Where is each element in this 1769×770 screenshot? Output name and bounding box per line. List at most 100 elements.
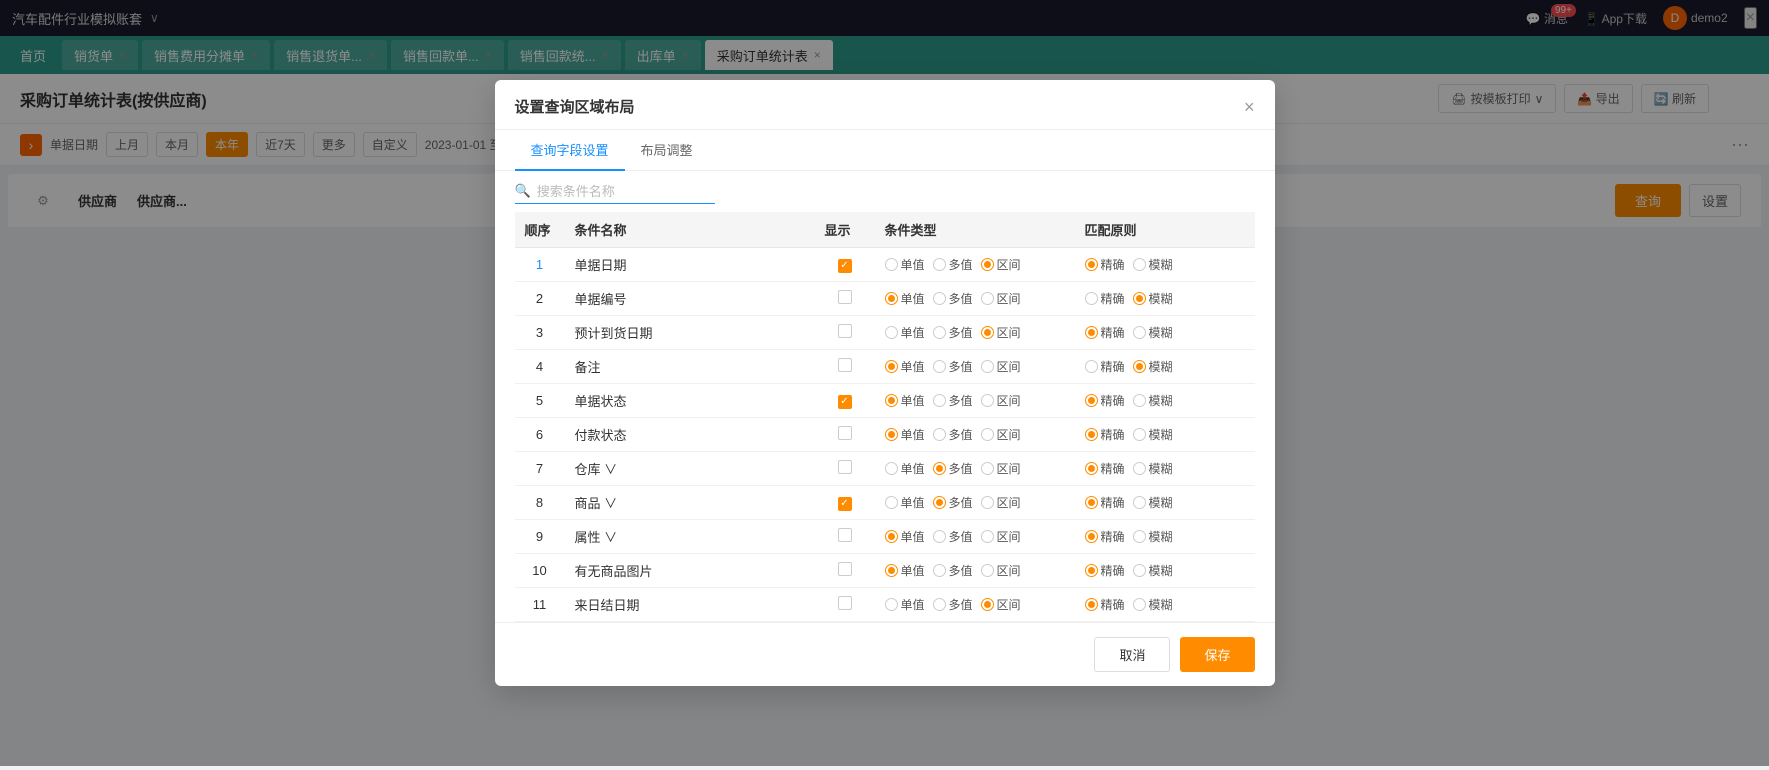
table-row: 1单据日期单值多值区间精确模糊	[515, 248, 1255, 282]
radio-item-match[interactable]: 精确	[1085, 426, 1125, 443]
modal-search-input[interactable]	[537, 184, 697, 199]
radio-item-type[interactable]: 单值	[885, 596, 925, 613]
radio-item-type[interactable]: 区间	[981, 460, 1021, 477]
radio-item-match[interactable]: 精确	[1085, 256, 1125, 273]
row-match-radio: 精确模糊	[1075, 350, 1255, 384]
radio-item-type[interactable]: 多值	[933, 358, 973, 375]
row-show-checkbox[interactable]	[815, 520, 875, 554]
radio-item-type[interactable]: 多值	[933, 460, 973, 477]
radio-circle-icon	[933, 530, 946, 543]
radio-item-match[interactable]: 精确	[1085, 324, 1125, 341]
radio-item-type[interactable]: 区间	[981, 596, 1021, 613]
row-show-checkbox[interactable]	[815, 588, 875, 622]
radio-item-type[interactable]: 单值	[885, 562, 925, 579]
radio-item-type[interactable]: 单值	[885, 290, 925, 307]
radio-item-match[interactable]: 模糊	[1133, 392, 1173, 409]
radio-item-type[interactable]: 单值	[885, 460, 925, 477]
checkbox[interactable]	[838, 528, 852, 542]
row-show-checkbox[interactable]	[815, 384, 875, 418]
radio-item-type[interactable]: 区间	[981, 528, 1021, 545]
radio-circle-icon	[981, 462, 994, 475]
radio-item-match[interactable]: 精确	[1085, 528, 1125, 545]
radio-item-type[interactable]: 多值	[933, 596, 973, 613]
radio-label: 精确	[1101, 528, 1125, 545]
col-header-show: 显示	[815, 212, 875, 248]
checkbox[interactable]	[838, 395, 852, 409]
radio-item-match[interactable]: 精确	[1085, 596, 1125, 613]
radio-item-match[interactable]: 模糊	[1133, 528, 1173, 545]
radio-item-type[interactable]: 区间	[981, 358, 1021, 375]
radio-circle-icon	[1133, 326, 1146, 339]
modal-close-button[interactable]: ×	[1244, 98, 1255, 116]
save-button[interactable]: 保存	[1180, 637, 1254, 672]
radio-item-match[interactable]: 模糊	[1133, 562, 1173, 579]
cancel-button[interactable]: 取消	[1094, 637, 1170, 672]
row-show-checkbox[interactable]	[815, 452, 875, 486]
radio-item-type[interactable]: 多值	[933, 528, 973, 545]
radio-item-type[interactable]: 区间	[981, 562, 1021, 579]
row-show-checkbox[interactable]	[815, 316, 875, 350]
tab-layout-adjust[interactable]: 布局调整	[625, 130, 709, 171]
row-condition-name: 商品 ∨	[565, 486, 815, 520]
radio-item-match[interactable]: 模糊	[1133, 256, 1173, 273]
row-show-checkbox[interactable]	[815, 248, 875, 282]
radio-item-type[interactable]: 多值	[933, 392, 973, 409]
radio-item-type[interactable]: 多值	[933, 426, 973, 443]
radio-item-type[interactable]: 多值	[933, 494, 973, 511]
radio-label: 多值	[949, 596, 973, 613]
radio-item-type[interactable]: 多值	[933, 562, 973, 579]
row-condition-name: 单据状态	[565, 384, 815, 418]
checkbox[interactable]	[838, 324, 852, 338]
checkbox[interactable]	[838, 497, 852, 511]
radio-item-type[interactable]: 多值	[933, 324, 973, 341]
radio-item-match[interactable]: 精确	[1085, 460, 1125, 477]
radio-item-match[interactable]: 模糊	[1133, 596, 1173, 613]
radio-item-type[interactable]: 区间	[981, 494, 1021, 511]
radio-item-type[interactable]: 多值	[933, 290, 973, 307]
tab-query-fields[interactable]: 查询字段设置	[515, 130, 625, 171]
checkbox[interactable]	[838, 596, 852, 610]
checkbox[interactable]	[838, 562, 852, 576]
checkbox[interactable]	[838, 259, 852, 273]
radio-item-match[interactable]: 模糊	[1133, 358, 1173, 375]
radio-circle-icon	[1085, 360, 1098, 373]
radio-item-type[interactable]: 区间	[981, 290, 1021, 307]
checkbox[interactable]	[838, 358, 852, 372]
radio-item-match[interactable]: 模糊	[1133, 290, 1173, 307]
row-show-checkbox[interactable]	[815, 418, 875, 452]
radio-label: 多值	[949, 290, 973, 307]
row-show-checkbox[interactable]	[815, 486, 875, 520]
radio-item-match[interactable]: 模糊	[1133, 324, 1173, 341]
checkbox[interactable]	[838, 426, 852, 440]
radio-item-type[interactable]: 多值	[933, 256, 973, 273]
radio-item-type[interactable]: 单值	[885, 256, 925, 273]
radio-item-type[interactable]: 单值	[885, 528, 925, 545]
radio-item-match[interactable]: 精确	[1085, 358, 1125, 375]
radio-item-match[interactable]: 精确	[1085, 392, 1125, 409]
checkbox[interactable]	[838, 460, 852, 474]
radio-item-type[interactable]: 单值	[885, 426, 925, 443]
row-condition-name: 仓库 ∨	[565, 452, 815, 486]
radio-item-type[interactable]: 单值	[885, 494, 925, 511]
row-show-checkbox[interactable]	[815, 350, 875, 384]
radio-item-type[interactable]: 区间	[981, 392, 1021, 409]
radio-item-type[interactable]: 单值	[885, 324, 925, 341]
radio-item-match[interactable]: 精确	[1085, 290, 1125, 307]
table-row: 6付款状态单值多值区间精确模糊	[515, 418, 1255, 452]
radio-item-type[interactable]: 单值	[885, 358, 925, 375]
radio-item-type[interactable]: 区间	[981, 426, 1021, 443]
checkbox[interactable]	[838, 290, 852, 304]
radio-item-type[interactable]: 区间	[981, 324, 1021, 341]
radio-item-type[interactable]: 区间	[981, 256, 1021, 273]
radio-item-type[interactable]: 单值	[885, 392, 925, 409]
radio-item-match[interactable]: 模糊	[1133, 460, 1173, 477]
radio-label: 单值	[901, 290, 925, 307]
radio-item-match[interactable]: 模糊	[1133, 426, 1173, 443]
radio-item-match[interactable]: 精确	[1085, 494, 1125, 511]
row-show-checkbox[interactable]	[815, 554, 875, 588]
radio-item-match[interactable]: 精确	[1085, 562, 1125, 579]
col-header-name: 条件名称	[565, 212, 815, 248]
modal-search-icon: 🔍	[515, 183, 531, 199]
radio-item-match[interactable]: 模糊	[1133, 494, 1173, 511]
row-show-checkbox[interactable]	[815, 282, 875, 316]
